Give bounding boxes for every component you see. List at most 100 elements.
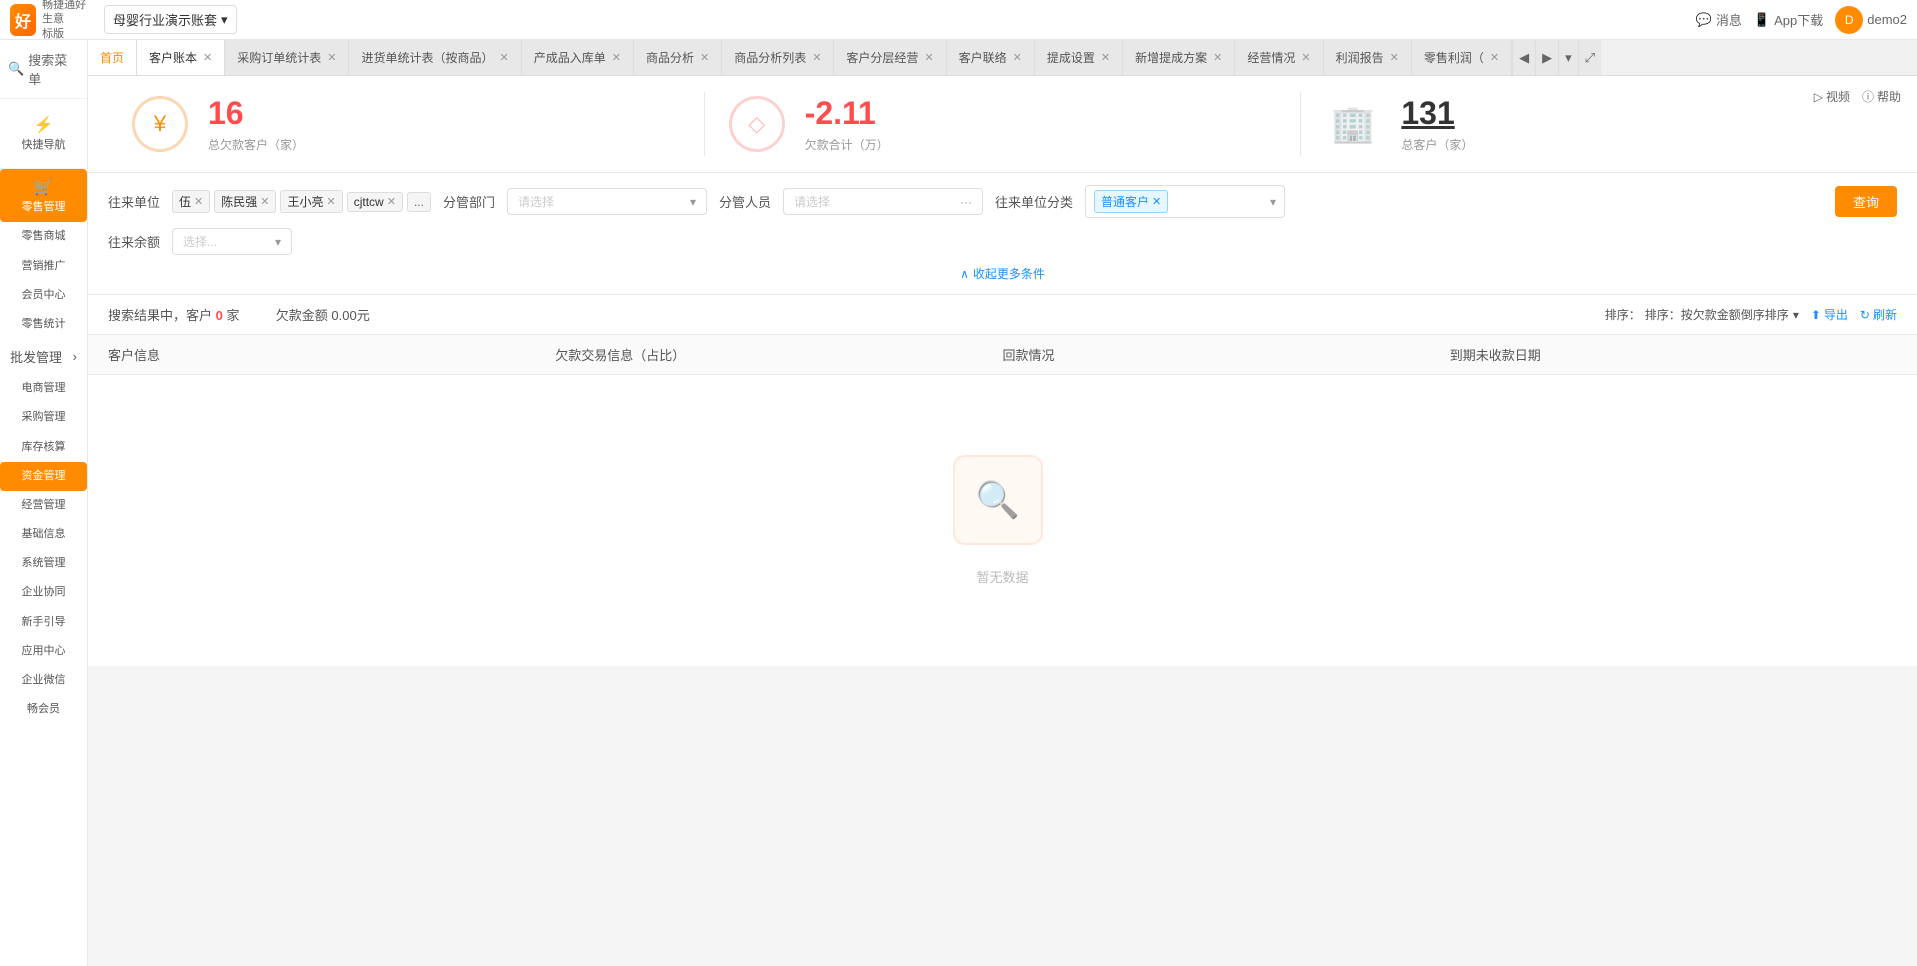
stat-label-total-debt: 欠款合计（万）: [805, 136, 889, 153]
sidebar: 🔍 搜索菜单 ⚡ 快捷导航 🛒 零售管理 零售商城 营销推广 会员中心 零售统计…: [0, 40, 88, 966]
filter-row-1: 往来单位 伍 ✕ 陈民强 ✕ 王小亮 ✕: [108, 185, 1897, 218]
tabs-nav-left[interactable]: ◀: [1512, 40, 1535, 76]
sidebar-item-system-mgmt[interactable]: 系统管理: [0, 549, 87, 578]
tab-close-icon[interactable]: ✕: [812, 51, 821, 64]
sidebar-item-ecommerce[interactable]: 电商管理: [0, 374, 87, 403]
unit-class-filter[interactable]: 普通客户 ✕ ▾: [1085, 185, 1285, 218]
sidebar-item-finance[interactable]: 资金管理: [0, 462, 87, 491]
diamond-icon: ◇: [729, 96, 785, 152]
sidebar-item-chang-member[interactable]: 畅会员: [0, 695, 87, 724]
search-icon: 🔍: [8, 61, 24, 77]
tab-close-icon[interactable]: ✕: [1301, 51, 1310, 64]
query-button[interactable]: 查询: [1835, 186, 1897, 217]
refresh-btn[interactable]: ↻ 刷新: [1860, 306, 1897, 323]
chevron-down-icon: ▾: [1270, 195, 1276, 209]
sidebar-item-newbie[interactable]: 新手引导: [0, 608, 87, 637]
stat-card-overdue-customers: ¥ 16 总欠款客户（家）: [108, 92, 705, 156]
tab-retail-profit[interactable]: 零售利润（ ✕: [1412, 40, 1512, 76]
sidebar-item-enterprise-wechat[interactable]: 企业微信: [0, 666, 87, 695]
collapse-btn[interactable]: ∧ 收起更多条件: [108, 265, 1897, 282]
yuan-circle-icon: ¥: [132, 96, 188, 152]
filter-tag-wu: 伍 ✕: [172, 190, 210, 213]
more-options-icon: ···: [960, 195, 972, 209]
tabs-nav-right[interactable]: ▶: [1535, 40, 1558, 76]
balance-filter-select[interactable]: 选择... ▾: [172, 228, 292, 255]
tab-close-icon[interactable]: ✕: [924, 51, 933, 64]
tab-close-icon[interactable]: ✕: [1013, 51, 1022, 64]
tab-purchase-stats[interactable]: 进货单统计表（按商品） ✕: [349, 40, 521, 76]
sidebar-item-inventory[interactable]: 库存核算: [0, 433, 87, 462]
retail-icon: 🛒: [34, 177, 54, 197]
col-repayment: 回款情况: [1003, 345, 1450, 364]
play-icon: ▷: [1814, 90, 1823, 104]
tag-close-chen[interactable]: ✕: [260, 195, 269, 208]
sidebar-item-wholesale[interactable]: 批发管理 ›: [0, 339, 87, 374]
tab-close-icon[interactable]: ✕: [612, 51, 621, 64]
sidebar-item-retail-mall[interactable]: 零售商城: [0, 222, 87, 251]
tab-close-icon[interactable]: ✕: [700, 51, 709, 64]
tag-close-wu[interactable]: ✕: [194, 195, 203, 208]
tab-product-analysis-list[interactable]: 商品分析列表 ✕: [722, 40, 834, 76]
tab-close-icon[interactable]: ✕: [327, 51, 336, 64]
tab-close-icon[interactable]: ✕: [500, 51, 509, 64]
table-actions: 排序： 排序：按欠款金额倒序排序 ▾ ⬆ 导出 ↻ 刷新: [1605, 306, 1897, 323]
tab-product-analysis[interactable]: 商品分析 ✕: [634, 40, 722, 76]
video-help-btn[interactable]: ▷ 视频: [1814, 88, 1850, 105]
sidebar-item-operations[interactable]: 经营管理: [0, 491, 87, 520]
sidebar-item-app-center[interactable]: 应用中心: [0, 637, 87, 666]
person-filter-select[interactable]: 请选择 ···: [783, 188, 983, 215]
sidebar-item-quick-nav[interactable]: ⚡ 快捷导航: [4, 107, 83, 160]
tab-commission-setting[interactable]: 提成设置 ✕: [1035, 40, 1123, 76]
export-btn[interactable]: ⬆ 导出: [1811, 306, 1848, 323]
tabs-nav-menu[interactable]: ▾: [1558, 40, 1578, 76]
tag-close-cjttcw[interactable]: ✕: [387, 195, 396, 208]
filter-tag-normal-customer: 普通客户 ✕: [1094, 190, 1168, 213]
sort-selector[interactable]: 排序： 排序：按欠款金额倒序排序 ▾: [1605, 306, 1799, 323]
stat-label-overdue-customers: 总欠款客户（家）: [208, 136, 304, 153]
tab-home[interactable]: 首页: [88, 40, 137, 76]
refresh-icon: ↻: [1860, 308, 1870, 322]
tab-close-icon[interactable]: ✕: [1490, 51, 1499, 64]
sidebar-item-retail-mgmt[interactable]: 🛒 零售管理: [0, 169, 87, 222]
search-menu-btn[interactable]: 🔍 搜索菜单: [0, 40, 87, 99]
filter-tag-wang: 王小亮 ✕: [280, 190, 342, 213]
chevron-down-icon: ▾: [690, 195, 696, 209]
stat-card-total-debt: ◇ -2.11 欠款合计（万）: [705, 92, 1302, 156]
sidebar-item-purchase[interactable]: 采购管理: [0, 403, 87, 432]
tab-customer-ledger[interactable]: 客户账本 ✕: [137, 40, 225, 76]
person-filter-label: 分管人员: [719, 192, 771, 211]
dept-filter-select[interactable]: 请选择 ▾: [507, 188, 707, 215]
main-layout: 🔍 搜索菜单 ⚡ 快捷导航 🛒 零售管理 零售商城 营销推广 会员中心 零售统计…: [0, 40, 1917, 966]
tab-close-icon[interactable]: ✕: [1390, 51, 1399, 64]
sidebar-item-marketing[interactable]: 营销推广: [0, 252, 87, 281]
tab-close-icon[interactable]: ✕: [1213, 51, 1222, 64]
tab-operation-status[interactable]: 经营情况 ✕: [1235, 40, 1323, 76]
help-btn[interactable]: ⓘ 帮助: [1862, 88, 1901, 105]
download-icon: 📱: [1754, 12, 1770, 28]
message-btn[interactable]: 💬 消息: [1696, 10, 1742, 29]
tag-close-wang[interactable]: ✕: [327, 195, 336, 208]
sidebar-item-member-center[interactable]: 会员中心: [0, 281, 87, 310]
tab-add-commission[interactable]: 新增提成方案 ✕: [1123, 40, 1235, 76]
tab-close-icon[interactable]: ✕: [203, 51, 212, 64]
tab-profit-report[interactable]: 利润报告 ✕: [1324, 40, 1412, 76]
tab-purchase-order[interactable]: 采购订单统计表 ✕: [225, 40, 349, 76]
quick-nav: ⚡ 快捷导航: [0, 99, 87, 169]
tab-customer-layer[interactable]: 客户分层经营 ✕: [834, 40, 946, 76]
tab-customer-contact[interactable]: 客户联络 ✕: [947, 40, 1035, 76]
sidebar-item-enterprise[interactable]: 企业协同: [0, 578, 87, 607]
sidebar-item-retail-stats[interactable]: 零售统计: [0, 310, 87, 339]
stat-value-total-customers: 131: [1401, 95, 1473, 132]
app-download-btn[interactable]: 📱 App下载: [1754, 10, 1823, 29]
tag-close-normal[interactable]: ✕: [1152, 195, 1161, 208]
tab-production-inbound[interactable]: 产成品入库单 ✕: [522, 40, 634, 76]
table-header: 客户信息 欠款交易信息（占比） 回款情况 到期未收款日期: [88, 335, 1917, 375]
company-selector[interactable]: 母婴行业演示账套 ▾: [104, 5, 237, 34]
more-tags-btn[interactable]: ...: [407, 192, 431, 212]
chevron-up-icon: ∧: [960, 267, 969, 281]
tab-close-icon[interactable]: ✕: [1101, 51, 1110, 64]
sidebar-item-basic-info[interactable]: 基础信息: [0, 520, 87, 549]
tabs-expand-btn[interactable]: ⤢: [1578, 40, 1601, 76]
export-icon: ⬆: [1811, 308, 1821, 322]
user-menu[interactable]: D demo2: [1835, 6, 1907, 34]
